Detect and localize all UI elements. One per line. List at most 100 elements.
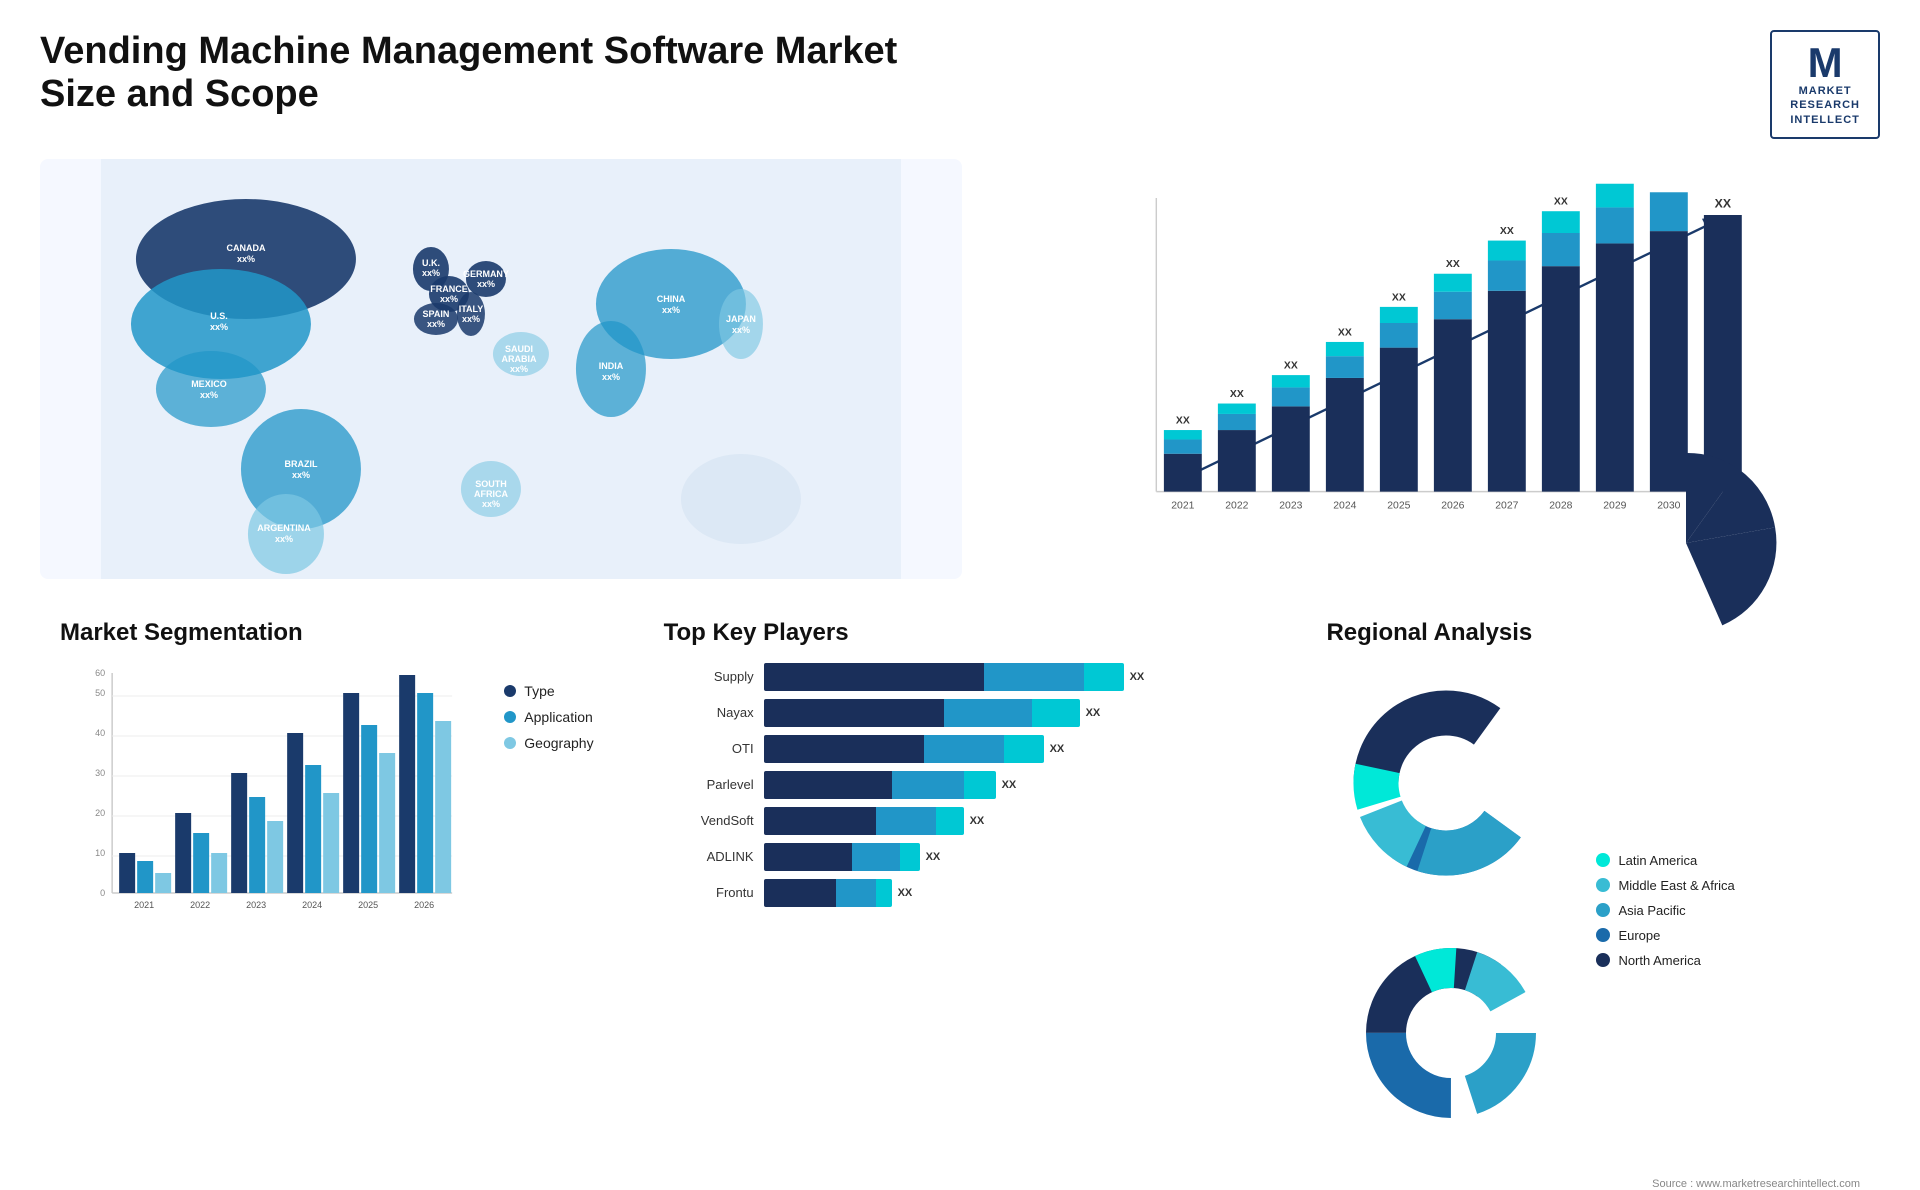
svg-text:40: 40 [95, 728, 105, 738]
player-bar: XX [764, 663, 1257, 691]
svg-text:xx%: xx% [510, 364, 528, 374]
svg-text:xx%: xx% [237, 254, 255, 264]
regional-legend: Latin America Middle East & Africa Asia … [1596, 853, 1734, 968]
svg-text:xx%: xx% [602, 372, 620, 382]
logo: M MARKETRESEARCHINTELLECT [1770, 30, 1880, 139]
legend-dot-mea [1596, 878, 1610, 892]
svg-text:xx%: xx% [427, 319, 445, 329]
player-bar: XX [764, 735, 1257, 763]
legend-label-mea: Middle East & Africa [1618, 878, 1734, 893]
svg-text:2021: 2021 [1171, 501, 1194, 512]
svg-text:XX: XX [1446, 259, 1460, 270]
player-xx: XX [926, 851, 941, 863]
donut-chart-area: Latin America Middle East & Africa Asia … [1326, 663, 1860, 1158]
source-text: Source : www.marketresearchintellect.com [1326, 1178, 1860, 1190]
bottom-row: Market Segmentation 0 10 20 30 40 50 60 [40, 609, 1880, 989]
player-bar: XX [764, 771, 1257, 799]
player-xx: XX [1130, 671, 1145, 683]
legend-label-asia: Asia Pacific [1618, 903, 1685, 918]
page-title: Vending Machine Management Software Mark… [40, 30, 940, 116]
svg-text:xx%: xx% [662, 305, 680, 315]
header: Vending Machine Management Software Mark… [40, 30, 1880, 139]
player-row: OTI XX [664, 735, 1257, 763]
players-list: Supply XX Nayax [664, 663, 1257, 907]
player-xx: XX [1002, 779, 1017, 791]
legend-north-america: North America [1596, 953, 1734, 968]
svg-text:xx%: xx% [440, 294, 458, 304]
svg-text:30: 30 [95, 768, 105, 778]
svg-text:2021: 2021 [134, 900, 154, 910]
legend-label-geography: Geography [524, 735, 593, 751]
svg-text:XX: XX [1392, 292, 1406, 303]
svg-text:XX: XX [1554, 196, 1568, 207]
legend-label-type: Type [524, 683, 554, 699]
svg-text:2025: 2025 [358, 900, 378, 910]
player-bar: XX [764, 843, 1257, 871]
svg-text:INDIA: INDIA [599, 361, 624, 371]
player-row: Frontu XX [664, 879, 1257, 907]
regional-analysis: Regional Analysis [1306, 609, 1880, 989]
svg-text:2024: 2024 [302, 900, 322, 910]
legend-label-europe: Europe [1618, 928, 1660, 943]
player-xx: XX [1050, 743, 1065, 755]
svg-text:xx%: xx% [732, 325, 750, 335]
svg-text:U.K.: U.K. [422, 258, 440, 268]
svg-text:2025: 2025 [1387, 501, 1410, 512]
player-name: OTI [664, 741, 754, 756]
segmentation-title: Market Segmentation [60, 619, 594, 647]
svg-text:ARABIA: ARABIA [501, 354, 536, 364]
logo-letter: M [1808, 42, 1843, 84]
svg-text:xx%: xx% [462, 314, 480, 324]
player-name: Supply [664, 669, 754, 684]
svg-text:FRANCE: FRANCE [430, 284, 468, 294]
svg-text:50: 50 [95, 688, 105, 698]
player-row: ADLINK XX [664, 843, 1257, 871]
svg-text:xx%: xx% [292, 470, 310, 480]
svg-text:xx%: xx% [477, 279, 495, 289]
logo-text: MARKETRESEARCHINTELLECT [1790, 84, 1860, 127]
legend-label-application: Application [524, 709, 593, 725]
svg-text:2027: 2027 [1495, 501, 1518, 512]
legend-middle-east: Middle East & Africa [1596, 878, 1734, 893]
svg-text:10: 10 [95, 848, 105, 858]
market-segmentation: Market Segmentation 0 10 20 30 40 50 60 [40, 609, 614, 989]
svg-text:XX: XX [1338, 327, 1352, 338]
legend-dot-asia [1596, 903, 1610, 917]
player-name: VendSoft [664, 813, 754, 828]
svg-text:ITALY: ITALY [459, 304, 484, 314]
svg-text:SOUTH: SOUTH [475, 479, 507, 489]
key-players: Top Key Players Supply XX Nayax [644, 609, 1277, 989]
svg-text:2023: 2023 [1279, 501, 1302, 512]
player-xx: XX [898, 887, 913, 899]
svg-text:XX: XX [1230, 389, 1244, 400]
player-xx: XX [970, 815, 985, 827]
legend-dot-type [504, 685, 516, 697]
legend-type: Type [504, 683, 593, 699]
legend-label-latin: Latin America [1618, 853, 1697, 868]
player-bar: XX [764, 699, 1257, 727]
legend-dot-application [504, 711, 516, 723]
svg-text:JAPAN: JAPAN [726, 314, 756, 324]
donut-chart [1326, 663, 1576, 1158]
player-row: VendSoft XX [664, 807, 1257, 835]
player-name: Nayax [664, 705, 754, 720]
legend-dot-geography [504, 737, 516, 749]
svg-text:XX: XX [1715, 196, 1732, 210]
svg-text:xx%: xx% [422, 268, 440, 278]
svg-text:20: 20 [95, 808, 105, 818]
legend-latin-america: Latin America [1596, 853, 1734, 868]
segmentation-legend: Type Application Geography [504, 683, 593, 751]
svg-text:BRAZIL: BRAZIL [284, 459, 317, 469]
player-name: Frontu [664, 885, 754, 900]
svg-text:2026: 2026 [1441, 501, 1464, 512]
svg-text:GERMANY: GERMANY [463, 269, 509, 279]
svg-text:2023: 2023 [246, 900, 266, 910]
world-map: CANADA xx% U.S. xx% MEXICO xx% BRAZIL xx… [40, 159, 962, 579]
svg-text:XX: XX [1500, 226, 1514, 237]
player-xx: XX [1086, 707, 1101, 719]
legend-dot-latin [1596, 853, 1610, 867]
player-bar: XX [764, 879, 1257, 907]
svg-text:U.S.: U.S. [210, 311, 228, 321]
svg-text:2022: 2022 [190, 900, 210, 910]
svg-text:xx%: xx% [200, 390, 218, 400]
